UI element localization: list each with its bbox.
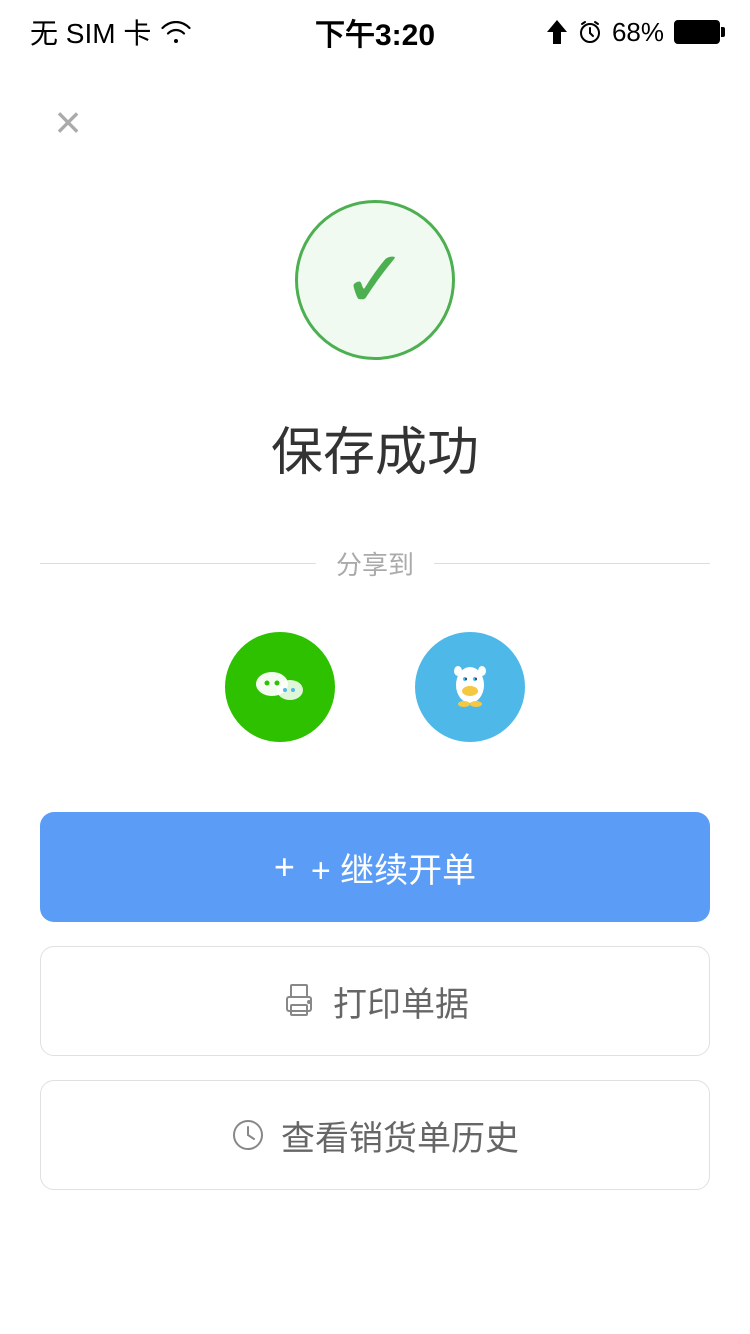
status-right: 68% bbox=[546, 17, 720, 48]
share-divider-row: 分享到 bbox=[40, 545, 710, 582]
success-title: 保存成功 bbox=[271, 410, 479, 485]
main-content: × ✓ 保存成功 分享到 bbox=[0, 64, 750, 1190]
battery-percent: 68% bbox=[612, 17, 664, 48]
status-left: 无 SIM 卡 bbox=[30, 12, 191, 52]
close-button-row: × bbox=[40, 94, 710, 150]
plus-icon: + bbox=[274, 846, 295, 888]
history-button[interactable]: 查看销货单历史 bbox=[40, 1080, 710, 1190]
print-label: 打印单据 bbox=[333, 977, 469, 1026]
print-button[interactable]: 打印单据 bbox=[40, 946, 710, 1056]
clock-icon bbox=[231, 1118, 265, 1152]
alarm-icon bbox=[578, 20, 602, 44]
wifi-icon bbox=[161, 21, 191, 43]
share-section: 分享到 bbox=[40, 545, 710, 742]
success-circle: ✓ bbox=[295, 200, 455, 360]
qq-share-button[interactable] bbox=[415, 632, 525, 742]
battery-icon bbox=[674, 20, 720, 44]
location-icon bbox=[546, 19, 568, 45]
history-label: 查看销货单历史 bbox=[281, 1111, 519, 1160]
status-time: 下午3:20 bbox=[315, 10, 435, 54]
checkmark-icon: ✓ bbox=[341, 240, 408, 320]
share-icons-row bbox=[40, 632, 710, 742]
divider-left bbox=[40, 563, 316, 564]
wechat-share-button[interactable] bbox=[225, 632, 335, 742]
continue-label: + 继续开单 bbox=[311, 843, 476, 892]
continue-button[interactable]: + + 继续开单 bbox=[40, 812, 710, 922]
qq-icon bbox=[440, 657, 500, 717]
share-label: 分享到 bbox=[336, 545, 414, 582]
status-bar: 无 SIM 卡 下午3:20 68% bbox=[0, 0, 750, 64]
no-sim-label: 无 SIM 卡 bbox=[30, 12, 151, 52]
close-icon: × bbox=[55, 99, 82, 145]
action-buttons: + + 继续开单 打印单据 查看销货单历史 bbox=[40, 812, 710, 1190]
divider-right bbox=[434, 563, 710, 564]
wechat-icon bbox=[250, 657, 310, 717]
close-button[interactable]: × bbox=[40, 94, 96, 150]
printer-icon bbox=[281, 983, 317, 1019]
